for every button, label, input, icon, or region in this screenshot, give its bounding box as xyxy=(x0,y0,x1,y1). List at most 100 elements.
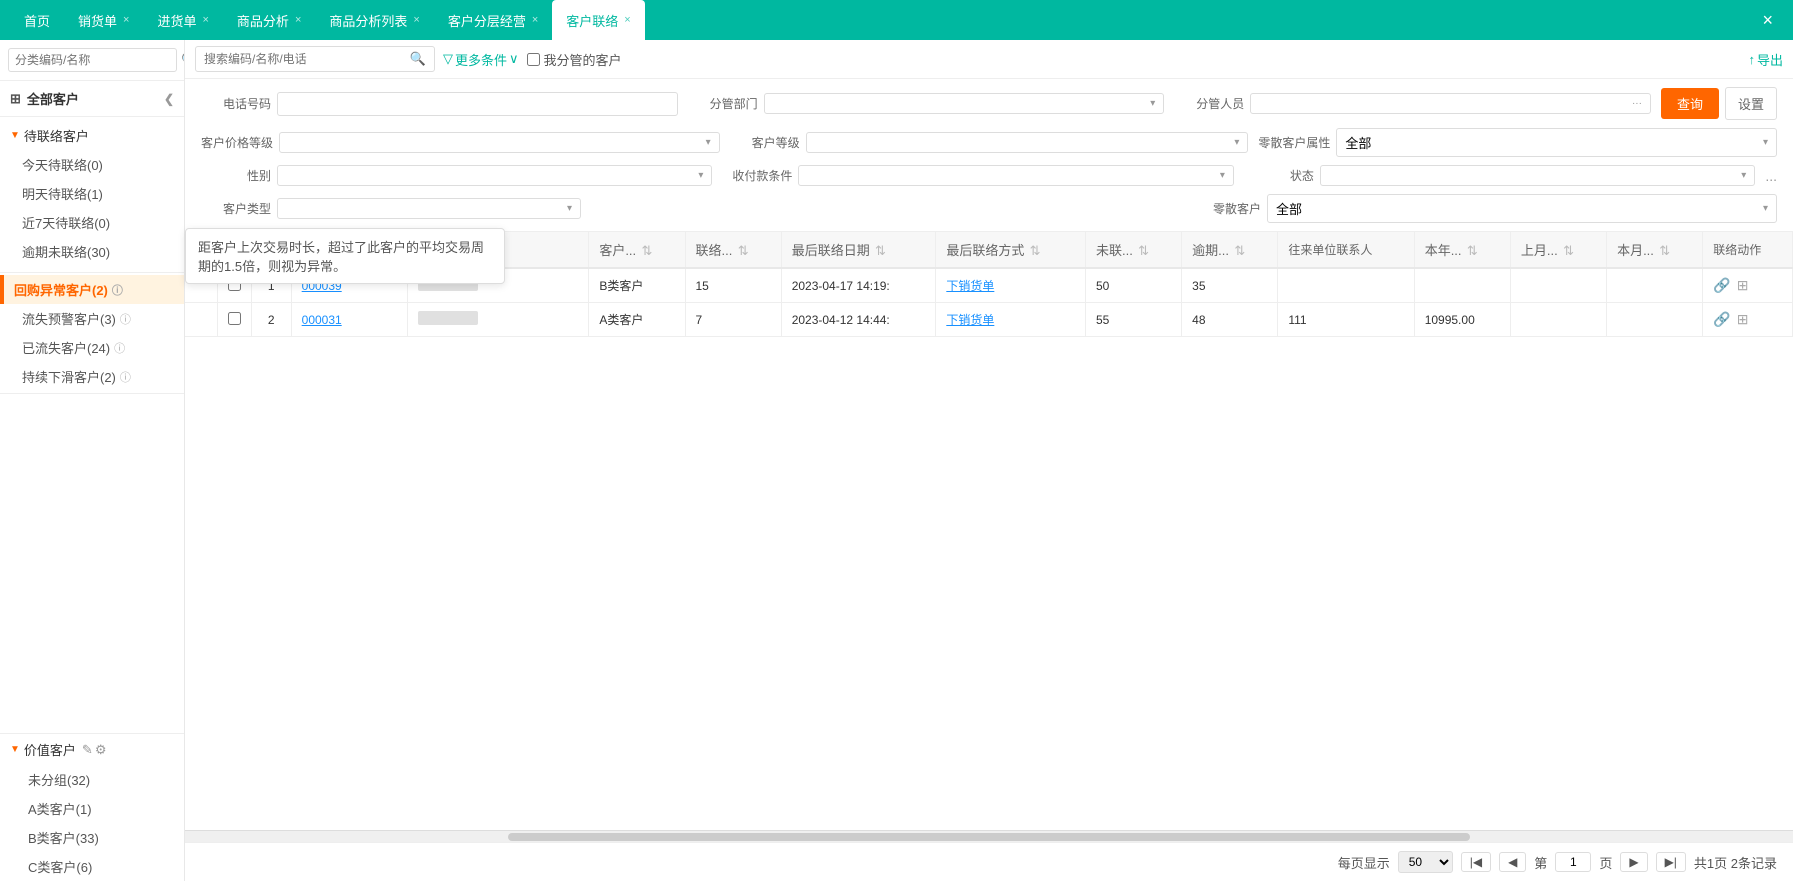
this-year-col-header[interactable]: 本年... ⇅ xyxy=(1414,232,1510,268)
row2-last-month xyxy=(1510,303,1606,337)
grade-chevron-icon: ▾ xyxy=(1234,137,1239,148)
nav-customer-tiering[interactable]: 客户分层经营 × xyxy=(434,0,552,40)
row1-this-month xyxy=(1607,268,1703,303)
window-close-button[interactable]: × xyxy=(1752,10,1783,31)
type-sort-icon: ⇅ xyxy=(642,243,653,258)
page-label: 第 xyxy=(1534,853,1547,872)
row2-num: 2 xyxy=(251,303,291,337)
grade-select[interactable]: ▾ xyxy=(806,132,1249,153)
sidebar-item-tomorrow-contact[interactable]: 明天待联络(1) xyxy=(0,179,184,208)
export-button[interactable]: ↑ 导出 xyxy=(1748,50,1783,69)
last-month-col-header[interactable]: 上月... ⇅ xyxy=(1510,232,1606,268)
my-customers-checkbox[interactable] xyxy=(527,53,540,66)
retail-attr-select[interactable]: 全部 ▾ xyxy=(1336,128,1777,157)
row1-grid-icon[interactable]: ⊞ xyxy=(1737,277,1749,294)
unread-col-header[interactable]: 未联... ⇅ xyxy=(1085,232,1181,268)
sidebar-search-input[interactable] xyxy=(8,48,177,72)
sidebar-item-repurchase-abnormal[interactable]: 回购异常客户(2) ⓘ xyxy=(0,275,184,304)
last-contact-method-col-header[interactable]: 最后联络方式 ⇅ xyxy=(936,232,1086,268)
sidebar-item-c-class[interactable]: C类客户(6) xyxy=(0,852,184,881)
sidebar-item-7day-contact[interactable]: 近7天待联络(0) xyxy=(0,208,184,237)
phone-input[interactable] xyxy=(277,92,678,116)
more-conditions-button[interactable]: ▽ 更多条件 ∨ xyxy=(443,50,519,69)
sidebar-item-overdue-contact[interactable]: 逾期未联络(30) xyxy=(0,237,184,266)
search-button[interactable]: 🔍 xyxy=(410,51,426,67)
row1-last-method[interactable]: 下销货单 xyxy=(936,268,1086,303)
export-icon: ↑ xyxy=(1748,52,1755,67)
row2-type: A类客户 xyxy=(589,303,685,337)
person-select[interactable]: ··· xyxy=(1250,93,1651,114)
sidebar-item-declining[interactable]: 持续下滑客户(2) ⓘ xyxy=(0,362,184,391)
row1-link-icon[interactable]: 🔗 xyxy=(1713,277,1730,294)
row2-contacts: 111 xyxy=(1278,303,1414,337)
next-page-button[interactable]: ▶ xyxy=(1620,852,1647,872)
sidebar-item-today-contact[interactable]: 今天待联络(0) xyxy=(0,150,184,179)
page-label-2: 页 xyxy=(1599,853,1612,872)
pending-arrow-icon: ▼ xyxy=(10,130,20,141)
grade-price-select[interactable]: ▾ xyxy=(279,132,720,153)
payment-select[interactable]: ▾ xyxy=(798,165,1233,186)
settings-icon-sidebar[interactable]: ⚙ xyxy=(95,742,107,758)
row1-overdue: 35 xyxy=(1182,268,1278,303)
pending-contact-group-header[interactable]: ▼ 待联络客户 xyxy=(0,121,184,150)
type-col-header[interactable]: 客户... ⇅ xyxy=(589,232,685,268)
sidebar-collapse-button[interactable]: ❮ xyxy=(164,92,174,106)
page-input[interactable] xyxy=(1555,852,1591,872)
row2-last-method[interactable]: 下销货单 xyxy=(936,303,1086,337)
sidebar-item-unclassified[interactable]: 未分组(32) xyxy=(0,765,184,794)
nav-sales-order-close[interactable]: × xyxy=(123,14,129,26)
status-label: 状态 xyxy=(1244,167,1314,184)
info-icon: ⓘ xyxy=(112,282,123,298)
horizontal-scrollbar[interactable] xyxy=(185,830,1793,842)
sidebar-item-lost-warning[interactable]: 流失预警客户(3) ⓘ xyxy=(0,304,184,333)
gender-select[interactable]: ▾ xyxy=(277,165,712,186)
active-indicator xyxy=(0,275,4,304)
gender-chevron-icon: ▾ xyxy=(698,170,703,181)
nav-purchase-order-close[interactable]: × xyxy=(202,14,208,26)
search-input[interactable] xyxy=(204,52,406,66)
sidebar-item-a-class[interactable]: A类客户(1) xyxy=(0,794,184,823)
row2-last-date: 2023-04-12 14:44: xyxy=(781,303,936,337)
edit-icon[interactable]: ✎ xyxy=(82,742,93,758)
row2-select-checkbox[interactable] xyxy=(228,312,241,325)
nav-product-analysis-list[interactable]: 商品分析列表 × xyxy=(315,0,433,40)
dept-select[interactable]: ▾ xyxy=(764,93,1165,114)
tooltip: 距客户上次交易时长，超过了此客户的平均交易周期的1.5倍，则视为异常。 xyxy=(185,228,505,284)
last-page-button[interactable]: ▶| xyxy=(1656,852,1686,872)
nav-sales-order[interactable]: 销货单 × xyxy=(64,0,143,40)
nav-home[interactable]: 首页 xyxy=(10,0,64,40)
customer-type-select[interactable]: ▾ xyxy=(277,198,581,219)
prev-page-button[interactable]: ◀ xyxy=(1499,852,1526,872)
nav-product-analysis-list-close[interactable]: × xyxy=(413,14,419,26)
settings-button[interactable]: 设置 xyxy=(1725,87,1777,120)
row2-grid-icon[interactable]: ⊞ xyxy=(1737,311,1749,328)
this-month-col-header[interactable]: 本月... ⇅ xyxy=(1607,232,1703,268)
nav-product-analysis[interactable]: 商品分析 × xyxy=(223,0,315,40)
content-area: 🔍 ▽ 更多条件 ∨ 我分管的客户 ↑ 导出 电话号码 xyxy=(185,40,1793,881)
row1-contacts xyxy=(1278,268,1414,303)
row2-link-icon[interactable]: 🔗 xyxy=(1713,311,1730,328)
per-page-label: 每页显示 xyxy=(1338,853,1390,872)
status-select[interactable]: ▾ xyxy=(1320,165,1755,186)
my-customers-toggle[interactable]: 我分管的客户 xyxy=(527,50,622,69)
last-contact-date-col-header[interactable]: 最后联络日期 ⇅ xyxy=(781,232,936,268)
retail-customer-select[interactable]: 全部 ▾ xyxy=(1267,194,1777,223)
row2-settings xyxy=(185,303,217,337)
retail-attr-field: 零散客户属性 全部 ▾ xyxy=(1258,128,1777,157)
query-button[interactable]: 查询 xyxy=(1661,88,1719,119)
nav-customer-contact-close[interactable]: × xyxy=(624,14,630,26)
scroll-thumb[interactable] xyxy=(508,833,1470,841)
contact-count-col-header[interactable]: 联络... ⇅ xyxy=(685,232,781,268)
row2-code[interactable]: 000031 xyxy=(291,303,407,337)
sidebar-item-b-class[interactable]: B类客户(33) xyxy=(0,823,184,852)
nav-customer-contact[interactable]: 客户联络 × xyxy=(552,0,644,40)
per-page-select[interactable]: 50 20 100 xyxy=(1398,851,1453,873)
first-page-button[interactable]: |◀ xyxy=(1461,852,1491,872)
contacts-col-header: 往来单位联系人 xyxy=(1278,232,1414,268)
sidebar-item-lost[interactable]: 已流失客户(24) ⓘ xyxy=(0,333,184,362)
nav-customer-tiering-close[interactable]: × xyxy=(532,14,538,26)
nav-product-analysis-close[interactable]: × xyxy=(295,14,301,26)
nav-purchase-order[interactable]: 进货单 × xyxy=(143,0,222,40)
overdue-col-header[interactable]: 逾期... ⇅ xyxy=(1182,232,1278,268)
more-dots-button[interactable]: ... xyxy=(1765,168,1777,184)
